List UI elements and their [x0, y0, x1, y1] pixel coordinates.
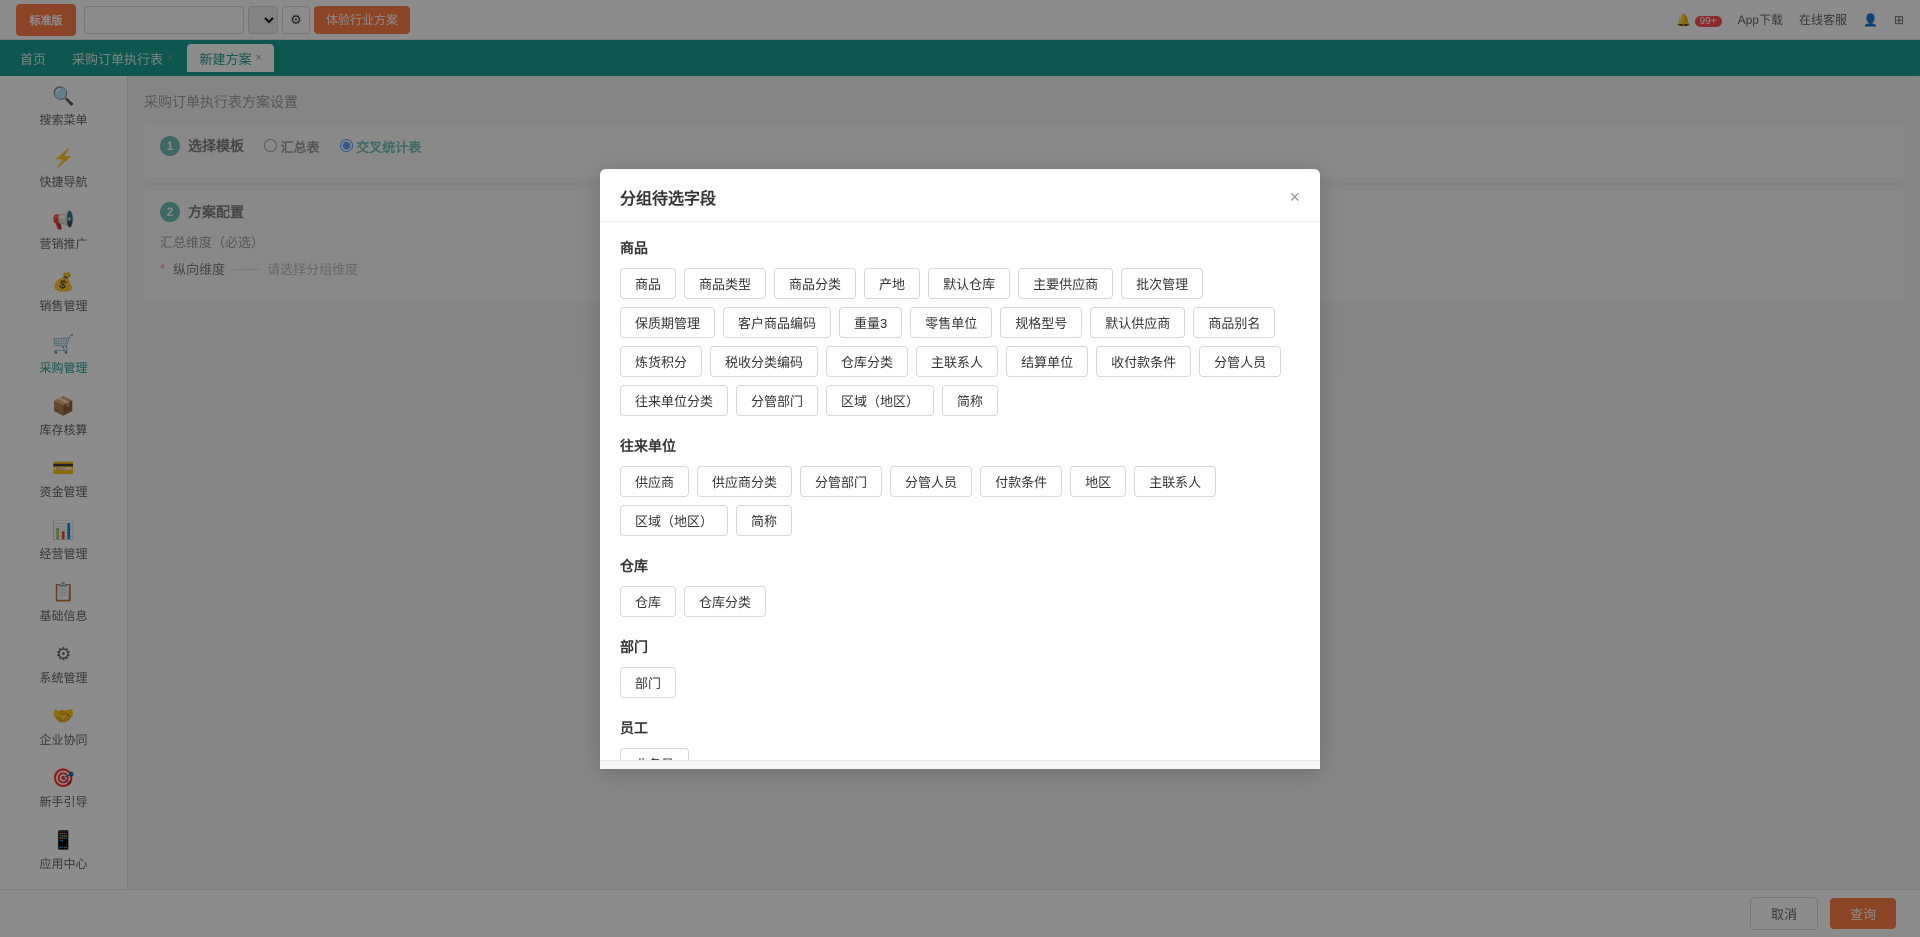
- field-tag-weight[interactable]: 重量3: [839, 307, 902, 338]
- field-tag-default-warehouse[interactable]: 默认仓库: [928, 268, 1010, 299]
- field-tag-mgmt-dept[interactable]: 分管部门: [800, 466, 882, 497]
- field-tag-region[interactable]: 区域（地区）: [826, 385, 934, 416]
- section-employee: 员工 业务员: [620, 718, 1300, 761]
- field-tag-area[interactable]: 地区: [1070, 466, 1126, 497]
- field-tag-pay-condition[interactable]: 付款条件: [980, 466, 1062, 497]
- field-tag-contact[interactable]: 主联系人: [1134, 466, 1216, 497]
- modal-title: 分组待选字段: [620, 185, 716, 209]
- field-tag-goods-type[interactable]: 商品类型: [684, 268, 766, 299]
- field-tag-supplier[interactable]: 供应商: [620, 466, 689, 497]
- field-tag-warehouse-category[interactable]: 仓库分类: [826, 346, 908, 377]
- section-warehouse-title: 仓库: [620, 556, 1300, 576]
- field-tag-batch-mgmt[interactable]: 批次管理: [1121, 268, 1203, 299]
- field-tag-department[interactable]: 部门: [620, 667, 676, 698]
- field-tag-main-supplier[interactable]: 主要供应商: [1018, 268, 1113, 299]
- field-tag-short-name[interactable]: 简称: [942, 385, 998, 416]
- field-tag-goods-category[interactable]: 商品分类: [774, 268, 856, 299]
- modal-close-button[interactable]: ×: [1289, 188, 1300, 206]
- section-dept-title: 部门: [620, 637, 1300, 657]
- modal-body[interactable]: 商品 商品 商品类型 商品分类 产地 默认仓库 主要供应商 批次管理 保质期管理…: [600, 222, 1320, 761]
- modal-hscroll: [600, 760, 1320, 768]
- field-tag-spec-model[interactable]: 规格型号: [1000, 307, 1082, 338]
- section-warehouse: 仓库 仓库 仓库分类: [620, 556, 1300, 617]
- field-tag-tax-code[interactable]: 税收分类编码: [710, 346, 818, 377]
- modal-overlay[interactable]: 分组待选字段 × 商品 商品 商品类型 商品分类 产地 默认仓库 主要供应商 批…: [0, 0, 1920, 937]
- section-partner: 往来单位 供应商 供应商分类 分管部门 分管人员 付款条件 地区 主联系人 区域…: [620, 436, 1300, 536]
- field-tag-dept[interactable]: 分管部门: [736, 385, 818, 416]
- field-tag-points[interactable]: 炼货积分: [620, 346, 702, 377]
- section-dept-tags: 部门: [620, 667, 1300, 698]
- field-tag-mgmt-person[interactable]: 分管人员: [890, 466, 972, 497]
- field-tag-goods[interactable]: 商品: [620, 268, 676, 299]
- section-goods-tags: 商品 商品类型 商品分类 产地 默认仓库 主要供应商 批次管理 保质期管理 客户…: [620, 268, 1300, 416]
- section-partner-title: 往来单位: [620, 436, 1300, 456]
- field-tag-manager[interactable]: 分管人员: [1199, 346, 1281, 377]
- field-tag-settlement-unit[interactable]: 结算单位: [1006, 346, 1088, 377]
- section-goods-title: 商品: [620, 238, 1300, 258]
- field-tag-warehouse-cat[interactable]: 仓库分类: [684, 586, 766, 617]
- field-tag-shelf-life[interactable]: 保质期管理: [620, 307, 715, 338]
- field-tag-goods-alias[interactable]: 商品别名: [1193, 307, 1275, 338]
- field-tag-payment-terms[interactable]: 收付款条件: [1096, 346, 1191, 377]
- section-employee-title: 员工: [620, 718, 1300, 738]
- section-warehouse-tags: 仓库 仓库分类: [620, 586, 1300, 617]
- modal-header: 分组待选字段 ×: [600, 169, 1320, 222]
- section-partner-tags: 供应商 供应商分类 分管部门 分管人员 付款条件 地区 主联系人 区域（地区） …: [620, 466, 1300, 536]
- field-tag-alias2[interactable]: 简称: [736, 505, 792, 536]
- section-dept: 部门 部门: [620, 637, 1300, 698]
- field-tag-region2[interactable]: 区域（地区）: [620, 505, 728, 536]
- field-select-modal: 分组待选字段 × 商品 商品 商品类型 商品分类 产地 默认仓库 主要供应商 批…: [600, 169, 1320, 769]
- field-tag-supplier-category[interactable]: 供应商分类: [697, 466, 792, 497]
- field-tag-origin[interactable]: 产地: [864, 268, 920, 299]
- field-tag-partner-category[interactable]: 往来单位分类: [620, 385, 728, 416]
- field-tag-warehouse[interactable]: 仓库: [620, 586, 676, 617]
- field-tag-retail-unit[interactable]: 零售单位: [910, 307, 992, 338]
- field-tag-customer-code[interactable]: 客户商品编码: [723, 307, 831, 338]
- section-goods: 商品 商品 商品类型 商品分类 产地 默认仓库 主要供应商 批次管理 保质期管理…: [620, 238, 1300, 416]
- field-tag-main-contact[interactable]: 主联系人: [916, 346, 998, 377]
- field-tag-default-supplier[interactable]: 默认供应商: [1090, 307, 1185, 338]
